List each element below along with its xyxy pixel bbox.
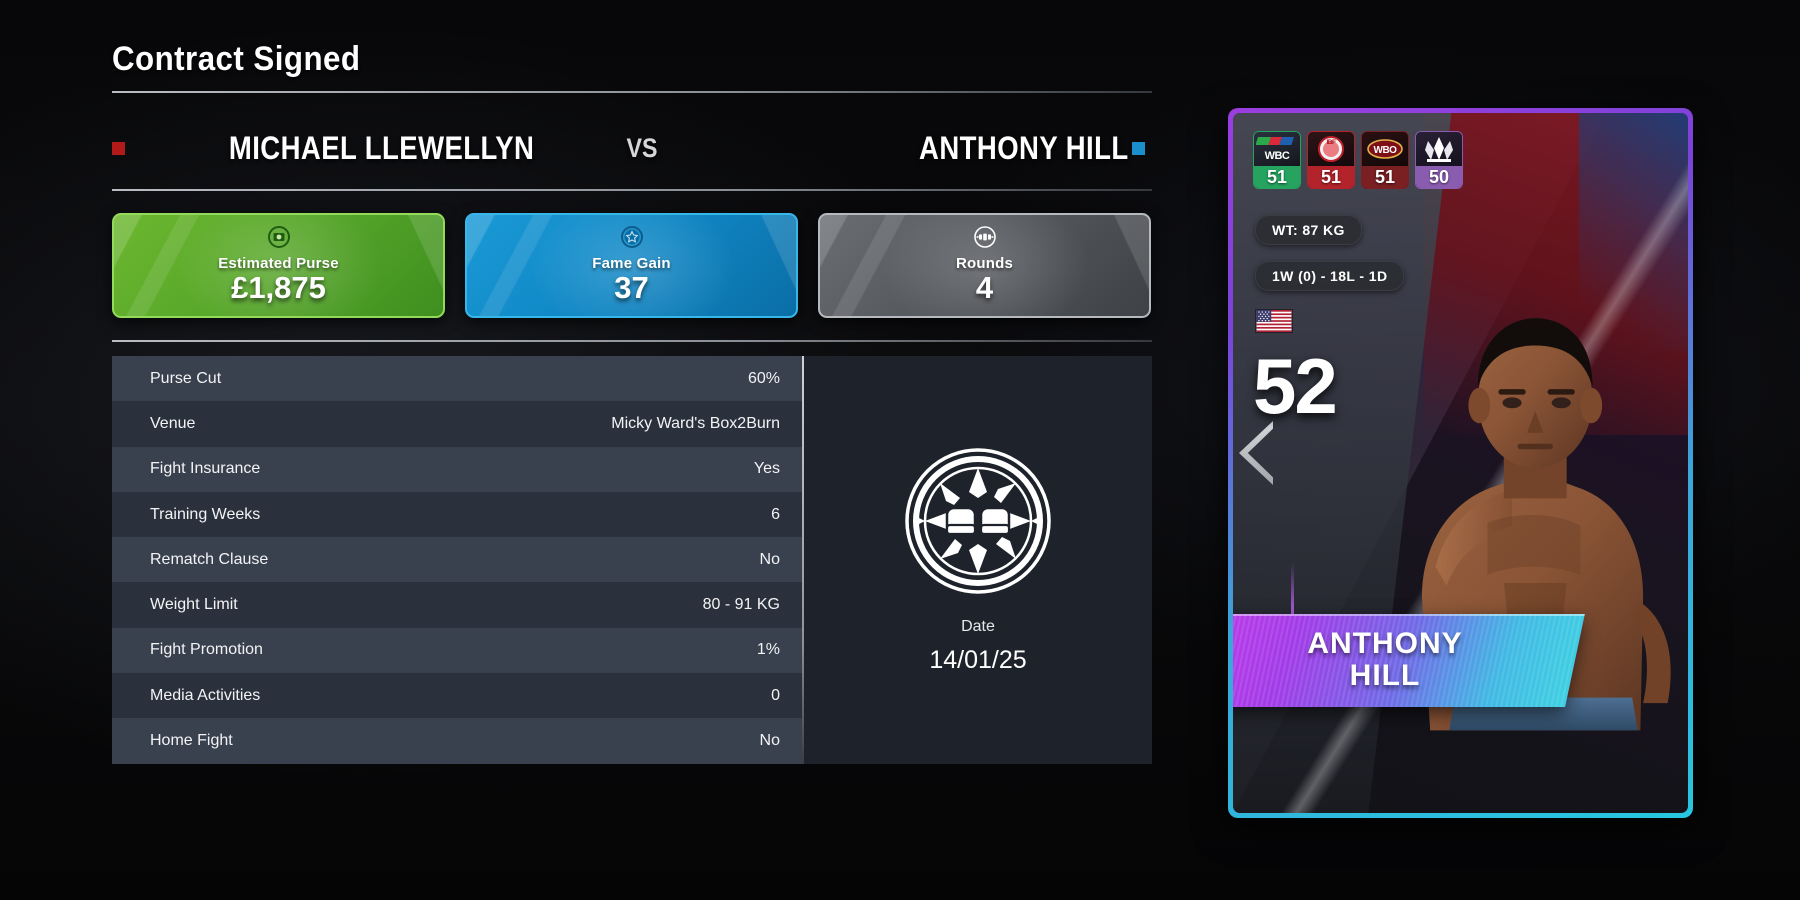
row-key: Fight Insurance [150, 460, 261, 478]
rounds-icon [973, 226, 997, 253]
corner-indicator-blue [1132, 141, 1145, 155]
row-value: No [759, 550, 780, 568]
row-value: 6 [771, 505, 780, 523]
fighter-name-line2: HILL [1349, 659, 1421, 693]
date-value: 14/01/25 [929, 645, 1027, 674]
cards-divider [112, 340, 1152, 342]
boxing-gloves-emblem-icon [903, 446, 1053, 596]
page-title: Contract Signed [112, 40, 361, 78]
details-table: Purse Cut 60% Venue Micky Ward's Box2Burn … [112, 356, 802, 764]
belt-rating: 51 [1362, 166, 1408, 188]
wbc-logo-icon: WBC [1254, 132, 1300, 166]
row-value: 60% [747, 369, 780, 387]
versus-label: VS [626, 132, 658, 163]
card-value: 37 [614, 270, 649, 306]
row-key: Home Fight [150, 732, 233, 750]
weight-pill: WT: 87 KG [1255, 215, 1362, 245]
fighter-card-inner: WBC 51 IBF 51 WBO 51 50 WT: 87 KG 1W (0)… [1233, 113, 1688, 813]
star-icon [620, 226, 643, 253]
table-row[interactable]: Training Weeks 6 [112, 491, 802, 538]
svg-text:WBC: WBC [1265, 150, 1290, 162]
stat-card-estimated-purse[interactable]: Estimated Purse £1,875 [112, 213, 445, 318]
corner-indicator-red [112, 141, 125, 155]
record-pill: 1W (0) - 18L - 1D [1255, 261, 1405, 291]
ibf-logo-icon: IBF [1308, 132, 1354, 166]
table-row[interactable]: Home Fight No [112, 718, 802, 764]
namebar-stem [1291, 563, 1294, 615]
belt-wbc[interactable]: WBC 51 [1253, 131, 1301, 189]
belt-rating: 50 [1416, 166, 1462, 188]
us-flag-icon [1255, 309, 1293, 333]
left-column: Contract Signed MICHAEL LLEWELLYN VS ANT… [112, 40, 1152, 764]
fighter-name-left: MICHAEL LLEWELLYN [228, 129, 535, 166]
belt-rating: 51 [1308, 166, 1354, 188]
details-panel: Purse Cut 60% Venue Micky Ward's Box2Burn … [112, 356, 1152, 764]
overall-rating: 52 [1253, 342, 1338, 430]
date-label: Date [961, 617, 995, 635]
svg-text:WBO: WBO [1374, 145, 1398, 156]
belt-ratings: WBC 51 IBF 51 WBO 51 50 [1253, 131, 1463, 189]
table-row[interactable]: Rematch Clause No [112, 537, 802, 583]
row-key: Rematch Clause [150, 550, 269, 568]
card-value: 4 [975, 270, 994, 306]
table-row[interactable]: Venue Micky Ward's Box2Burn [112, 401, 802, 447]
belt-ring[interactable]: 50 [1415, 131, 1463, 189]
row-value: 80 - 91 KG [702, 596, 780, 614]
table-row[interactable]: Weight Limit 80 - 91 KG [112, 582, 802, 628]
title-divider [112, 91, 1152, 93]
table-row[interactable]: Media Activities 0 [112, 673, 802, 719]
row-value: Yes [753, 460, 780, 478]
row-value: 1% [756, 641, 780, 659]
row-key: Purse Cut [150, 369, 222, 387]
money-icon [267, 226, 290, 253]
fighter-card[interactable]: WBC 51 IBF 51 WBO 51 50 WT: 87 KG 1W (0)… [1228, 108, 1693, 818]
svg-text:IBF: IBF [1327, 139, 1337, 146]
card-value: £1,875 [231, 270, 326, 306]
stat-card-fame-gain[interactable]: Fame Gain 37 [465, 213, 798, 318]
wbo-logo-icon: WBO [1362, 132, 1408, 166]
row-key: Venue [150, 414, 196, 432]
row-value: 0 [771, 686, 780, 704]
fight-emblem-panel: Date 14/01/25 [804, 356, 1152, 764]
row-value: Micky Ward's Box2Burn [611, 414, 780, 432]
belt-ibf[interactable]: IBF 51 [1307, 131, 1355, 189]
table-row[interactable]: Purse Cut 60% [112, 356, 802, 402]
fighter-portrait [1422, 318, 1671, 731]
belt-wbo[interactable]: WBO 51 [1361, 131, 1409, 189]
row-key: Weight Limit [150, 596, 238, 614]
table-row[interactable]: Fight Promotion 1% [112, 627, 802, 674]
table-row[interactable]: Fight Insurance Yes [112, 446, 802, 492]
fighter-name-line1: ANTHONY [1307, 627, 1463, 661]
row-key: Fight Promotion [150, 641, 263, 659]
belt-rating: 51 [1254, 166, 1300, 188]
stat-card-rounds[interactable]: Rounds 4 [818, 213, 1151, 318]
row-value: No [759, 732, 780, 750]
fighter-name-banner: ANTHONY HILL [1233, 614, 1585, 707]
versus-divider [112, 189, 1152, 191]
row-key: Training Weeks [150, 505, 261, 523]
versus-row: MICHAEL LLEWELLYN VS ANTHONY HILL [112, 111, 1152, 185]
stat-cards: Estimated Purse £1,875 Fame Gain 37 Roun… [112, 213, 1152, 318]
ring-trophy-icon [1416, 132, 1462, 166]
fighter-name-right: ANTHONY HILL [919, 129, 1129, 166]
row-key: Media Activities [150, 686, 261, 704]
contract-signed-screen: Contract Signed MICHAEL LLEWELLYN VS ANT… [0, 0, 1800, 900]
